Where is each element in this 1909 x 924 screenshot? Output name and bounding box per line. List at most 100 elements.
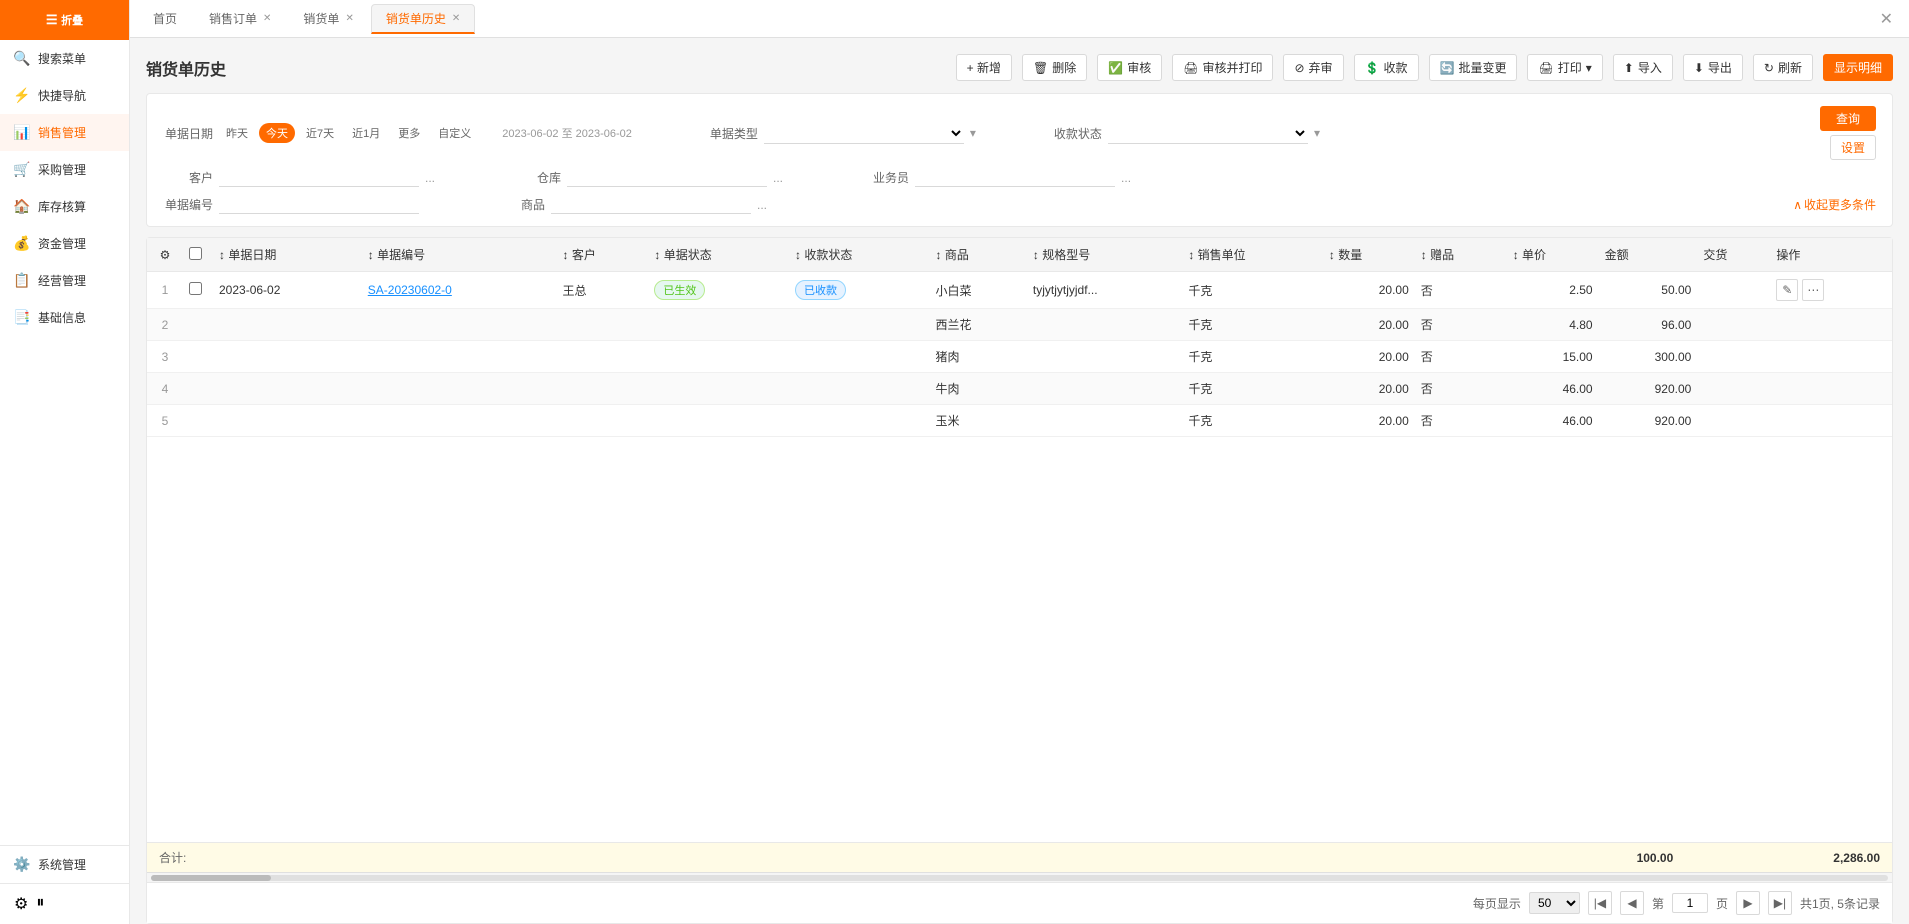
table-header-row: ⚙ ↕ 单据日期 ↕ 单据编号 ↕ 客户 <box>147 238 1892 272</box>
sidebar-item-quick-nav[interactable]: ⚡ 快捷导航 <box>0 77 129 114</box>
cell-action <box>1770 309 1892 341</box>
filter-goods: 商品 ... <box>495 195 767 214</box>
tab-sales-order[interactable]: 销售订单 ✕ <box>194 4 286 34</box>
sidebar-item-operations[interactable]: 📋 经营管理 <box>0 262 129 299</box>
sidebar-item-purchase-mgmt[interactable]: 🛒 采购管理 <box>0 151 129 188</box>
table-row: 12023-06-02SA-20230602-0王总已生效已收款小白菜tyjyt… <box>147 272 1892 309</box>
customer-input[interactable] <box>219 168 419 187</box>
th-customer[interactable]: ↕ 客户 <box>557 238 649 272</box>
horizontal-scrollbar[interactable] <box>147 872 1892 882</box>
warehouse-ellipsis[interactable]: ... <box>773 171 783 185</box>
new-button[interactable]: + 新增 <box>956 54 1012 81</box>
tab-sales-goods-close[interactable]: ✕ <box>345 13 353 24</box>
payment-status-select[interactable] <box>1108 123 1308 144</box>
salesperson-input[interactable] <box>915 168 1115 187</box>
review-button[interactable]: ✅ 审核 <box>1097 54 1162 81</box>
th-goods[interactable]: ↕ 商品 <box>930 238 1027 272</box>
date-btn-today[interactable]: 今天 <box>259 123 295 143</box>
batch-change-button[interactable]: 🔄 批量变更 <box>1429 54 1518 81</box>
tab-sales-goods[interactable]: 销货单 ✕ <box>288 4 368 34</box>
sidebar-item-search-menu[interactable]: 🔍 搜索菜单 <box>0 40 129 77</box>
query-button[interactable]: 查询 <box>1820 106 1876 131</box>
filter-area: 单据日期 昨天 今天 近7天 近1月 更多 自定义 2023-06-02 至 2… <box>146 93 1893 227</box>
cell-goods: 猪肉 <box>930 341 1027 373</box>
tab-home[interactable]: 首页 <box>138 4 192 34</box>
per-page-select[interactable]: 50 100 <box>1529 892 1580 914</box>
date-btn-1month[interactable]: 近1月 <box>345 123 387 143</box>
import-button[interactable]: ⬆ 导入 <box>1613 54 1673 81</box>
th-payment-status-label: ↕ 收款状态 <box>795 248 852 262</box>
date-btn-yesterday[interactable]: 昨天 <box>219 123 255 143</box>
refresh-button[interactable]: ↻ 刷新 <box>1753 54 1813 81</box>
scrollbar-track <box>151 875 1888 881</box>
th-doc-status[interactable]: ↕ 单据状态 <box>648 238 789 272</box>
goods-input[interactable] <box>551 195 751 214</box>
export-icon: ⬇ <box>1694 61 1704 75</box>
scrollbar-thumb[interactable] <box>151 875 271 881</box>
next-page-btn[interactable]: ▶ <box>1736 891 1760 915</box>
th-doc-date[interactable]: ↕ 单据日期 <box>213 238 362 272</box>
sidebar-item-finance[interactable]: 💰 资金管理 <box>0 225 129 262</box>
th-sales-unit[interactable]: ↕ 销售单位 <box>1182 238 1323 272</box>
sidebar-item-basic-info[interactable]: 📑 基础信息 <box>0 299 129 336</box>
abandon-button[interactable]: ⊘ 弃审 <box>1283 54 1343 81</box>
sales-mgmt-icon: 📊 <box>14 125 30 141</box>
first-page-btn[interactable]: |◀ <box>1588 891 1612 915</box>
cell-unit-price: 46.00 <box>1507 373 1599 405</box>
settings-icon[interactable]: ⚙ <box>14 894 28 914</box>
cell-checkbox <box>183 309 213 341</box>
cell-sales-unit: 千克 <box>1182 405 1323 437</box>
last-page-btn[interactable]: ▶| <box>1768 891 1792 915</box>
per-page-label: 每页显示 <box>1473 895 1521 912</box>
date-btn-more[interactable]: 更多 <box>391 123 427 143</box>
import-icon: ⬆ <box>1624 61 1634 75</box>
sidebar-item-sales-mgmt[interactable]: 📊 销售管理 <box>0 114 129 151</box>
collapse-icon[interactable]: ☰ <box>46 12 58 28</box>
collapse-button[interactable]: ∧ 收起更多条件 <box>1793 196 1876 213</box>
th-payment-status[interactable]: ↕ 收款状态 <box>789 238 930 272</box>
doc-type-select[interactable] <box>764 123 964 144</box>
doc-no-link[interactable]: SA-20230602-0 <box>368 283 452 297</box>
tab-sales-history[interactable]: 销货单历史 ✕ <box>371 4 475 34</box>
goods-ellipsis[interactable]: ... <box>757 198 767 212</box>
cell-amount: 920.00 <box>1599 373 1698 405</box>
salesperson-ellipsis[interactable]: ... <box>1121 171 1131 185</box>
date-btn-custom[interactable]: 自定义 <box>431 123 478 143</box>
sidebar-item-inventory[interactable]: 🏠 库存核算 <box>0 188 129 225</box>
th-quantity[interactable]: ↕ 数量 <box>1323 238 1415 272</box>
delete-button[interactable]: 🗑 删除 <box>1022 54 1087 81</box>
customer-ellipsis[interactable]: ... <box>425 171 435 185</box>
window-close-btn[interactable]: ✕ <box>1872 9 1901 29</box>
cell-quantity: 20.00 <box>1323 309 1415 341</box>
prev-page-btn[interactable]: ◀ <box>1620 891 1644 915</box>
th-settings[interactable]: ⚙ <box>147 238 183 272</box>
doc-no-input[interactable] <box>219 195 419 214</box>
row-checkbox[interactable] <box>189 282 202 295</box>
cell-doc-no <box>362 341 557 373</box>
more-btn[interactable]: ⋯ <box>1802 279 1824 301</box>
pause-icon[interactable]: ⏸ <box>36 894 44 914</box>
filter-salesperson: 业务员 ... <box>859 168 1131 187</box>
print-button[interactable]: 🖨 打印 ▾ <box>1527 54 1602 81</box>
review-print-button[interactable]: 🖨 审核并打印 <box>1172 54 1273 81</box>
tab-sales-history-close[interactable]: ✕ <box>452 13 460 24</box>
th-gift[interactable]: ↕ 赠品 <box>1415 238 1507 272</box>
quick-nav-icon: ⚡ <box>14 88 30 104</box>
collect-button[interactable]: 💲 收款 <box>1354 54 1419 81</box>
th-unit-price[interactable]: ↕ 单价 <box>1507 238 1599 272</box>
page-input[interactable] <box>1672 893 1708 913</box>
settings-button[interactable]: 设置 <box>1830 135 1876 160</box>
export-button[interactable]: ⬇ 导出 <box>1683 54 1743 81</box>
date-btn-7days[interactable]: 近7天 <box>299 123 341 143</box>
edit-btn[interactable]: ✎ <box>1776 279 1798 301</box>
select-all-checkbox[interactable] <box>189 247 202 260</box>
sidebar-item-sys-mgmt[interactable]: ⚙️ 系统管理 <box>0 845 129 883</box>
cell-spec-model: tyjytjytjyjdf... <box>1027 272 1182 309</box>
cell-doc-status <box>648 309 789 341</box>
show-detail-button[interactable]: 显示明细 <box>1823 54 1893 81</box>
tab-sales-order-close[interactable]: ✕ <box>263 13 271 24</box>
warehouse-input[interactable] <box>567 168 767 187</box>
th-spec-model[interactable]: ↕ 规格型号 <box>1027 238 1182 272</box>
cell-action <box>1770 405 1892 437</box>
th-doc-no[interactable]: ↕ 单据编号 <box>362 238 557 272</box>
